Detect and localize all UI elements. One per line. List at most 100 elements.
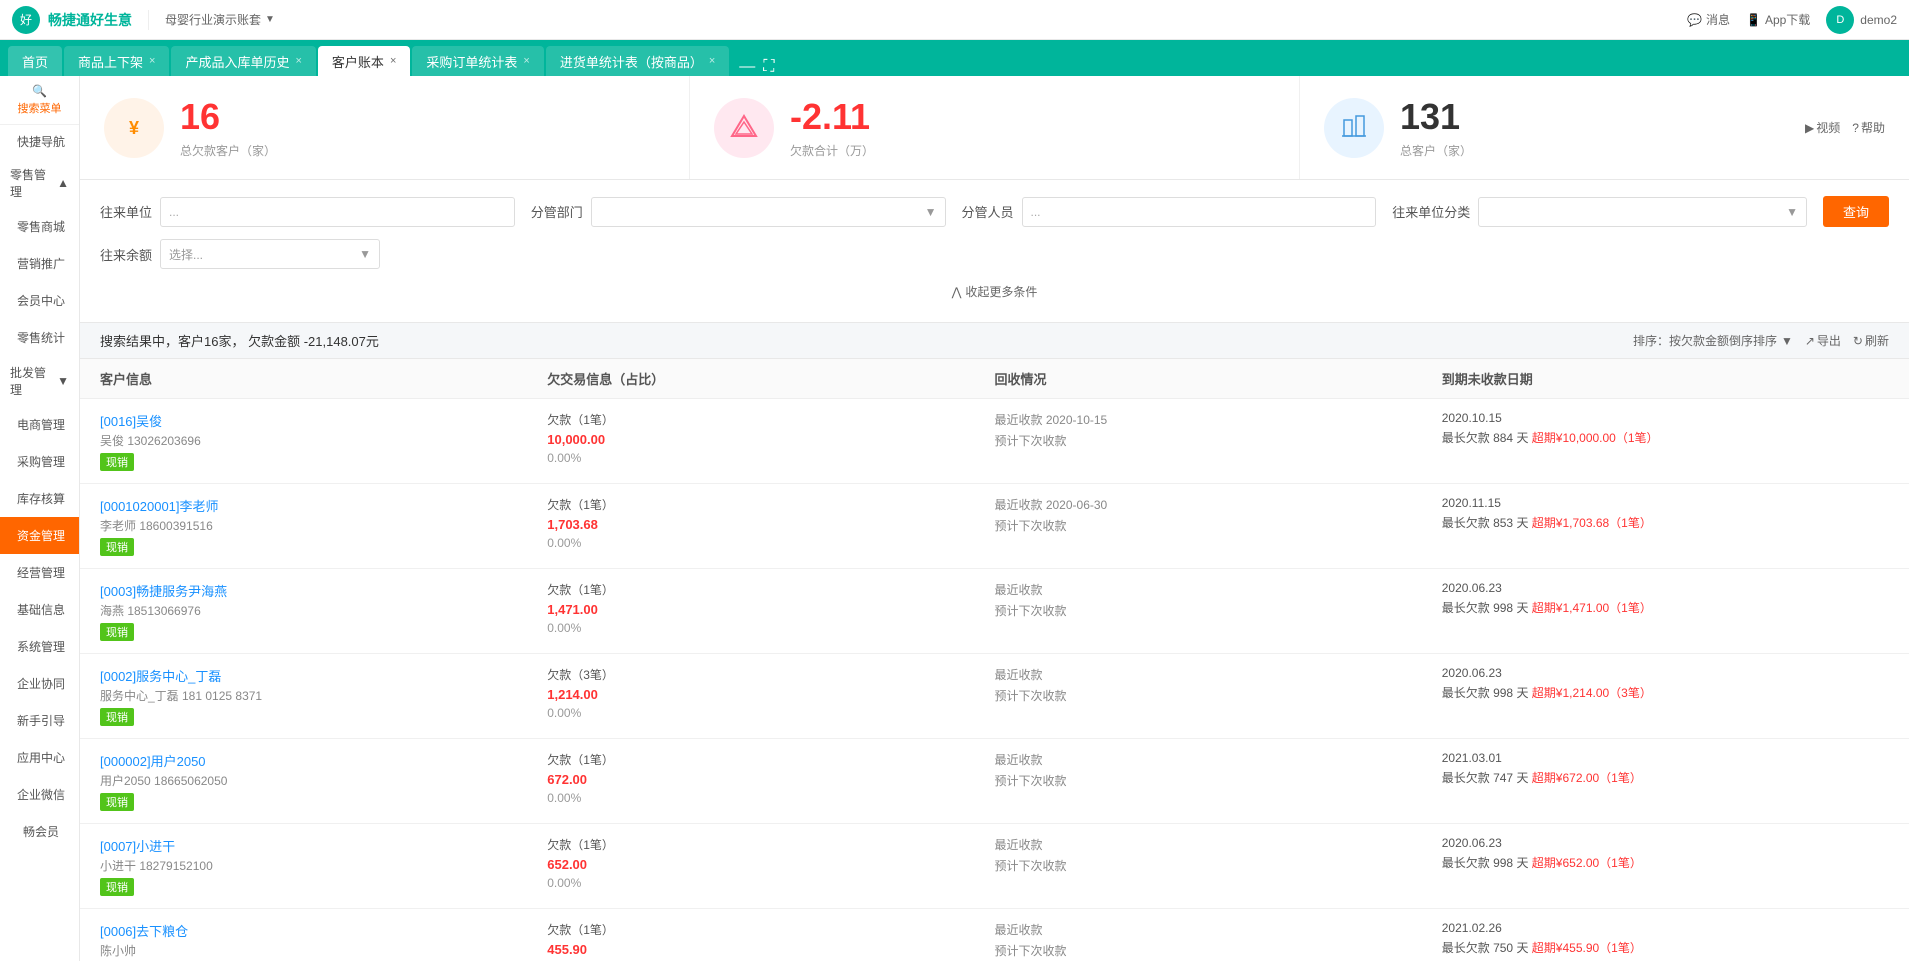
customer-name-1[interactable]: [0001020001]李老师 xyxy=(100,496,547,515)
sidebar-item-purchase[interactable]: 采购管理 xyxy=(0,443,79,480)
filter-person-placeholder: ... xyxy=(1031,205,1041,219)
overdue-amount-2[interactable]: 超期¥1,471.00（1笔） xyxy=(1532,601,1652,615)
customer-name-3[interactable]: [0002]服务中心_丁磊 xyxy=(100,666,547,685)
overdue-amount-0[interactable]: 超期¥10,000.00（1笔） xyxy=(1532,431,1659,445)
sidebar-item-apps[interactable]: 应用中心 xyxy=(0,739,79,776)
customer-name-2[interactable]: [0003]畅捷服务尹海燕 xyxy=(100,581,547,600)
stat-debt-info: 16 总欠款客户（家） xyxy=(180,96,276,159)
debt-amount-3[interactable]: 1,214.00 xyxy=(547,687,994,702)
filter-item-dept: 分管部门 ▼ xyxy=(531,197,946,227)
next-collection-2: 预计下次收款 xyxy=(995,602,1442,619)
top-bar: 好 畅捷通好生意 母婴行业演示账套 ▼ 💬 消息 📱 App下载 D demo2 xyxy=(0,0,1909,40)
due-date-4: 2021.03.01 xyxy=(1442,751,1889,765)
balance-dropdown-icon: ▼ xyxy=(359,247,371,261)
filter-select-dept[interactable]: ▼ xyxy=(591,197,946,227)
tab-products[interactable]: 商品上下架 × xyxy=(64,46,169,76)
stat-debt-number: 16 xyxy=(180,96,276,138)
last-collection-6: 最近收款 xyxy=(995,921,1442,938)
sort-select[interactable]: 排序：按欠款金额倒序排序 ▼ xyxy=(1633,332,1793,349)
tab-inventory[interactable]: 进货单统计表（按商品） × xyxy=(546,46,729,76)
overdue-amount-5[interactable]: 超期¥652.00（1笔） xyxy=(1532,856,1642,870)
filter-label-person: 分管人员 xyxy=(962,202,1014,221)
video-icon: ▶ xyxy=(1805,121,1814,135)
tab-products-close[interactable]: × xyxy=(149,55,155,67)
customer-name-0[interactable]: [0016]吴俊 xyxy=(100,411,547,430)
sidebar-item-quick-nav[interactable]: 快捷导航 xyxy=(0,125,79,158)
sidebar-item-member2[interactable]: 畅会员 xyxy=(0,813,79,850)
message-btn[interactable]: 💬 消息 xyxy=(1687,11,1730,28)
overdue-cell-4: 2021.03.01 最长欠款 747 天 超期¥672.00（1笔） xyxy=(1442,751,1889,786)
customer-name-5[interactable]: [0007]小进干 xyxy=(100,836,547,855)
customer-tag-5: 现销 xyxy=(100,878,134,896)
filter-select-balance[interactable]: 选择... ▼ xyxy=(160,239,380,269)
user-area[interactable]: D demo2 xyxy=(1826,6,1897,34)
collection-cell-0: 最近收款 2020-10-15 预计下次收款 xyxy=(995,411,1442,449)
sidebar-item-retail-stats[interactable]: 零售统计 xyxy=(0,319,79,356)
debt-amount-6[interactable]: 455.90 xyxy=(547,942,994,957)
nav-collapse-icon[interactable]: — xyxy=(739,58,755,76)
debt-percent-0: 0.00% xyxy=(547,451,994,465)
search-button[interactable]: 查询 xyxy=(1823,196,1889,227)
filter-input-person[interactable]: ... xyxy=(1022,197,1377,227)
app-download-btn[interactable]: 📱 App下载 xyxy=(1746,11,1810,28)
sidebar-item-retail-mgmt[interactable]: 零售管理 ▲ xyxy=(0,158,79,208)
sidebar-item-basic-info[interactable]: 基础信息 xyxy=(0,591,79,628)
export-btn[interactable]: ↗ 导出 xyxy=(1805,332,1841,349)
sidebar-item-member[interactable]: 会员中心 xyxy=(0,282,79,319)
due-date-3: 2020.06.23 xyxy=(1442,666,1889,680)
table-area: 客户信息 欠交易信息（占比） 回收情况 到期未收款日期 [0016]吴俊 吴俊 … xyxy=(80,359,1909,961)
tab-purchase-close[interactable]: × xyxy=(523,55,529,67)
tab-production-close[interactable]: × xyxy=(295,55,301,67)
debt-amount-2[interactable]: 1,471.00 xyxy=(547,602,994,617)
collection-cell-1: 最近收款 2020-06-30 预计下次收款 xyxy=(995,496,1442,534)
customer-name-4[interactable]: [000002]用户2050 xyxy=(100,751,547,770)
overdue-amount-6[interactable]: 超期¥455.90（1笔） xyxy=(1532,941,1642,955)
overdue-amount-3[interactable]: 超期¥1,214.00（3笔） xyxy=(1532,686,1652,700)
sidebar-item-marketing[interactable]: 营销推广 xyxy=(0,245,79,282)
sidebar-item-inventory[interactable]: 库存核算 xyxy=(0,480,79,517)
debt-amount-5[interactable]: 652.00 xyxy=(547,857,994,872)
sidebar-item-wholesale[interactable]: 批发管理 ▼ xyxy=(0,356,79,406)
help-btn[interactable]: ? 帮助 xyxy=(1852,119,1885,136)
sidebar-item-system[interactable]: 系统管理 xyxy=(0,628,79,665)
tab-customer-close[interactable]: × xyxy=(390,55,396,67)
customer-name-6[interactable]: [0006]去下粮仓 xyxy=(100,921,547,940)
filter-select-category[interactable]: ▼ xyxy=(1478,197,1807,227)
overdue-cell-3: 2020.06.23 最长欠款 998 天 超期¥1,214.00（3笔） xyxy=(1442,666,1889,701)
tab-production[interactable]: 产成品入库单历史 × xyxy=(171,46,315,76)
video-btn[interactable]: ▶ 视频 xyxy=(1805,119,1840,136)
member-label: 会员中心 xyxy=(17,294,65,308)
top-bar-right: 💬 消息 📱 App下载 D demo2 xyxy=(1687,6,1897,34)
sidebar-item-retail-mall[interactable]: 零售商城 xyxy=(0,208,79,245)
retail-mall-label: 零售商城 xyxy=(17,220,65,234)
collapse-btn[interactable]: ⋀ 收起更多条件 xyxy=(946,277,1044,306)
tab-home[interactable]: 首页 xyxy=(8,46,62,76)
debt-amount-0[interactable]: 10,000.00 xyxy=(547,432,994,447)
sidebar-item-wechat[interactable]: 企业微信 xyxy=(0,776,79,813)
nav-expand-icon[interactable]: ⛶ xyxy=(763,58,774,76)
sidebar-item-finance[interactable]: 资金管理 xyxy=(0,517,79,554)
tab-purchase[interactable]: 采购订单统计表 × xyxy=(412,46,543,76)
stats-row: ¥ 16 总欠款客户（家） -2.11 xyxy=(80,76,1909,180)
sidebar-item-ecommerce[interactable]: 电商管理 xyxy=(0,406,79,443)
sidebar-item-guide[interactable]: 新手引导 xyxy=(0,702,79,739)
stat-icon-blue xyxy=(1324,98,1384,158)
debt-amount-1[interactable]: 1,703.68 xyxy=(547,517,994,532)
sidebar-item-operations[interactable]: 经营管理 xyxy=(0,554,79,591)
debt-amount-4[interactable]: 672.00 xyxy=(547,772,994,787)
sidebar-item-collab[interactable]: 企业协同 xyxy=(0,665,79,702)
company-selector[interactable]: 母婴行业演示账套 ▼ xyxy=(165,11,275,28)
tab-customer-account[interactable]: 客户账本 × xyxy=(318,46,410,76)
overdue-amount-1[interactable]: 超期¥1,703.68（1笔） xyxy=(1532,516,1652,530)
sidebar-search[interactable]: 🔍 搜索菜单 xyxy=(0,76,79,125)
debt-percent-2: 0.00% xyxy=(547,621,994,635)
overdue-amount-4[interactable]: 超期¥672.00（1笔） xyxy=(1532,771,1642,785)
filter-input-supplier[interactable]: ... xyxy=(160,197,515,227)
sidebar: 🔍 搜索菜单 快捷导航 零售管理 ▲ 零售商城 营销推广 会员中心 零售统计 批… xyxy=(0,76,80,961)
tab-inventory-close[interactable]: × xyxy=(709,55,715,67)
overdue-cell-5: 2020.06.23 最长欠款 998 天 超期¥652.00（1笔） xyxy=(1442,836,1889,871)
table-row: [0002]服务中心_丁磊 服务中心_丁磊 181 0125 8371 现销 欠… xyxy=(80,654,1909,739)
filter-item-person: 分管人员 ... xyxy=(962,197,1377,227)
refresh-btn[interactable]: ↻ 刷新 xyxy=(1853,332,1889,349)
overdue-cell-1: 2020.11.15 最长欠款 853 天 超期¥1,703.68（1笔） xyxy=(1442,496,1889,531)
